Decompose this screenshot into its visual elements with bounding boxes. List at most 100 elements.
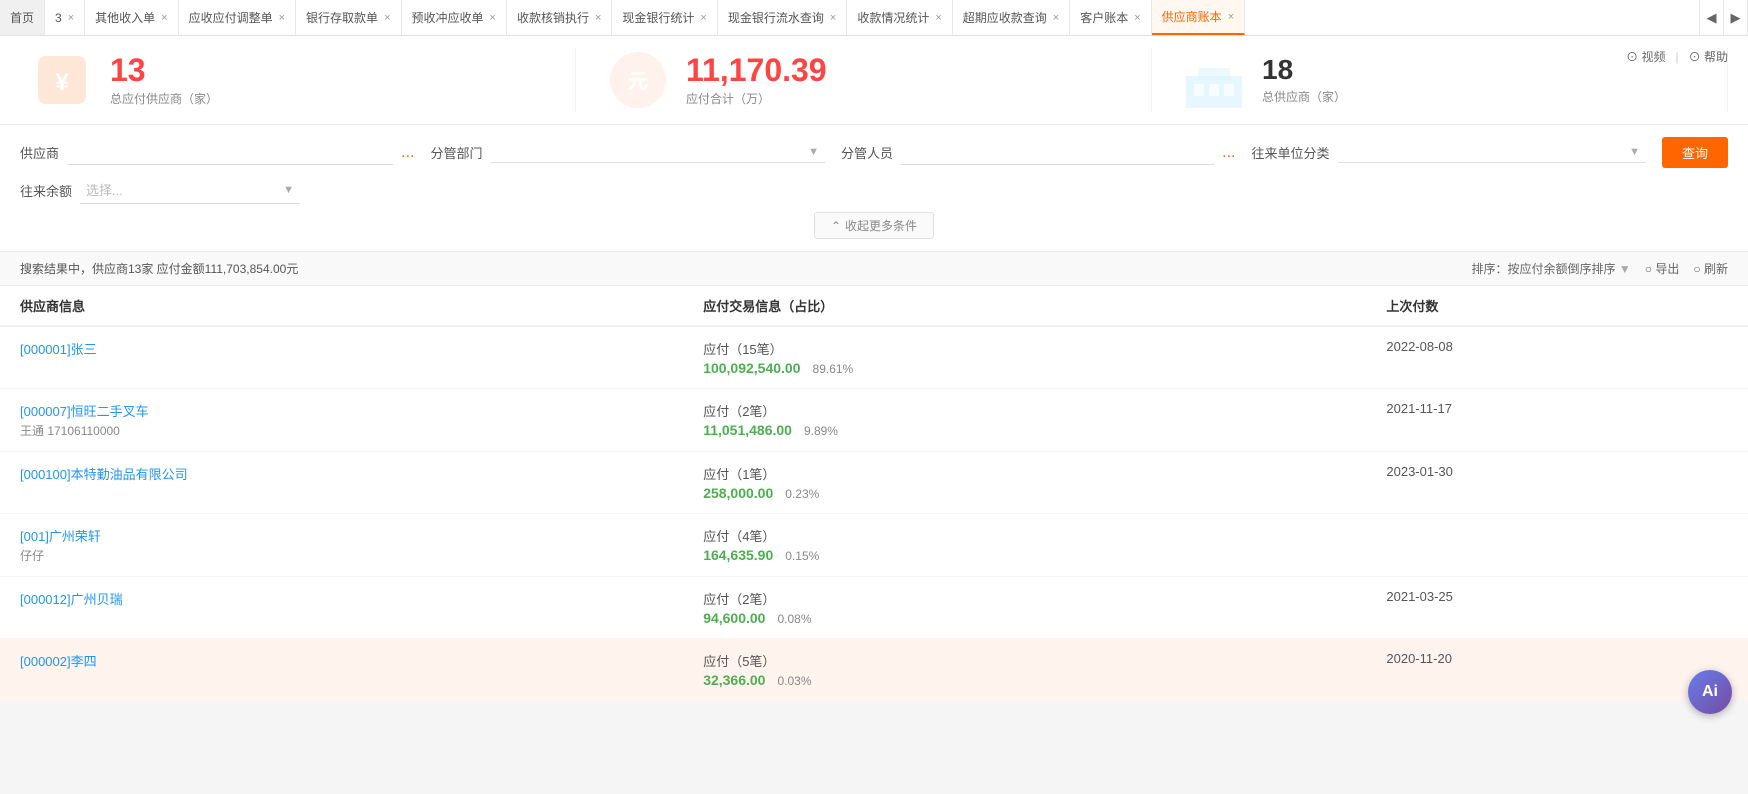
nav-tab-home-label: 首页 <box>10 9 34 26</box>
nav-tab-receipt-label: 收款核销执行 <box>517 9 589 26</box>
table-row: [000007]恒旺二手叉车王通 17106110000应付（2笔）11,051… <box>0 389 1748 452</box>
nav-tab-supplier-ledger-label: 供应商账本 <box>1162 8 1222 25</box>
nav-tab-cash-stats-close[interactable]: × <box>700 12 706 24</box>
nav-tab-adjustment[interactable]: 应收应付调整单 × <box>179 0 296 35</box>
nav-tab-bank-deposit-label: 银行存取款单 <box>306 9 378 26</box>
nav-tab-3-close[interactable]: × <box>68 12 74 24</box>
transaction-pct: 89.61% <box>813 362 854 376</box>
nav-tab-cash-flow[interactable]: 现金银行流水查询 × <box>718 0 847 35</box>
nav-tab-overdue-close[interactable]: × <box>1053 12 1059 24</box>
supplier-info-cell: [000001]张三 <box>20 339 703 358</box>
nav-tab-customer-ledger-label: 客户账本 <box>1080 9 1128 26</box>
nav-tab-cash-stats[interactable]: 现金银行统计 × <box>612 0 717 35</box>
stat-label-payable-suppliers: 总应付供应商（家） <box>110 90 218 107</box>
collapse-label: 收起更多条件 <box>845 217 917 234</box>
nav-tab-cash-flow-close[interactable]: × <box>830 12 836 24</box>
filter-label-category: 往来单位分类 <box>1252 143 1330 162</box>
ai-assistant-button[interactable]: Ai <box>1688 670 1732 714</box>
transaction-info-cell: 应付（1笔）258,000.000.23% <box>703 464 1386 501</box>
filter-item-dept: 分管部门 ▼ <box>431 142 826 163</box>
filter-select-dept[interactable]: ▼ <box>491 142 825 163</box>
stat-label-total-suppliers: 总供应商（家） <box>1262 88 1346 105</box>
result-text: 搜索结果中，供应商13家 应付金额111,703,854.00元 <box>20 260 298 277</box>
stat-number-total-payable: 11,170.39 <box>686 54 827 86</box>
supplier-link[interactable]: [000002]李四 <box>20 654 97 669</box>
transaction-pct: 0.15% <box>785 549 819 563</box>
supplier-info-cell: [000100]本特勤油品有限公司 <box>20 464 703 483</box>
transaction-label: 应付（5笔） <box>703 651 1386 670</box>
table-row: [000002]李四应付（5笔）32,366.000.03%2020-11-20 <box>0 639 1748 701</box>
filter-label-person: 分管人员 <box>841 143 893 162</box>
nav-prev-button[interactable]: ◀ <box>1700 0 1724 36</box>
supplier-link[interactable]: [001]广州荣轩 <box>20 529 101 544</box>
nav-tab-cash-flow-label: 现金银行流水查询 <box>728 9 824 26</box>
stat-info-total-payable: 11,170.39 应付合计（万） <box>686 54 827 107</box>
filter-row-1: 供应商 ... 分管部门 ▼ 分管人员 ... 往来单位分类 ▼ 查询 <box>20 137 1728 168</box>
collapse-button[interactable]: ⌃ 收起更多条件 <box>814 212 934 239</box>
refresh-button[interactable]: ○ 刷新 <box>1693 260 1728 277</box>
transaction-amount: 94,600.00 <box>703 610 765 626</box>
supplier-link[interactable]: [000001]张三 <box>20 342 97 357</box>
supplier-link[interactable]: [000100]本特勤油品有限公司 <box>20 467 188 482</box>
sort-button[interactable]: 排序：按应付余额倒序排序 ▼ <box>1472 260 1631 277</box>
nav-tab-supplier-ledger[interactable]: 供应商账本 × <box>1152 0 1245 35</box>
filter-dots-person[interactable]: ... <box>1222 144 1235 162</box>
transaction-info-cell: 应付（2笔）11,051,486.009.89% <box>703 401 1386 438</box>
nav-tab-prepay[interactable]: 预收冲应收单 × <box>402 0 507 35</box>
nav-tab-overdue[interactable]: 超期应收款查询 × <box>953 0 1070 35</box>
nav-tab-prepay-close[interactable]: × <box>490 12 496 24</box>
table-body: [000001]张三应付（15笔）100,092,540.0089.61%202… <box>0 327 1748 701</box>
nav-tab-adjustment-close[interactable]: × <box>279 12 285 24</box>
last-payment-cell: 2021-03-25 <box>1386 589 1728 604</box>
transaction-info-cell: 应付（15笔）100,092,540.0089.61% <box>703 339 1386 376</box>
transaction-info-cell: 应付（5笔） 32,366.00 0.03% <box>703 651 1386 688</box>
svg-text:元: 元 <box>628 71 648 93</box>
last-payment-cell: 2021-11-17 <box>1386 401 1728 416</box>
supplier-info-cell: [000007]恒旺二手叉车王通 17106110000 <box>20 401 703 439</box>
nav-tab-supplier-ledger-close[interactable]: × <box>1228 11 1234 23</box>
filter-item-balance: 往来余额 选择... ▼ <box>20 176 300 204</box>
transaction-amount: 164,635.90 <box>703 547 773 563</box>
supplier-info-cell: [001]广州荣轩仔仔 <box>20 526 703 564</box>
filter-area: 供应商 ... 分管部门 ▼ 分管人员 ... 往来单位分类 ▼ 查询 <box>0 125 1748 252</box>
video-link[interactable]: ⊙ 视频 <box>1626 48 1665 65</box>
stat-block-total-payable: 元 11,170.39 应付合计（万） <box>576 48 1152 112</box>
filter-select-category[interactable]: ▼ <box>1338 142 1646 163</box>
help-link[interactable]: ⊙ 帮助 <box>1689 48 1728 65</box>
filter-input-supplier[interactable] <box>67 141 393 165</box>
nav-tab-receipt[interactable]: 收款核销执行 × <box>507 0 612 35</box>
supplier-link[interactable]: [000012]广州贝瑞 <box>20 592 123 607</box>
table-area: 供应商信息 应付交易信息（占比） 上次付数 [000001]张三应付（15笔）1… <box>0 286 1748 701</box>
stat-info-total-suppliers: 18 总供应商（家） <box>1262 56 1346 105</box>
transaction-amount: 32,366.00 <box>703 672 765 688</box>
search-button[interactable]: 查询 <box>1662 137 1728 168</box>
nav-tab-customer-ledger-close[interactable]: × <box>1134 12 1140 24</box>
nav-tab-bank-deposit[interactable]: 银行存取款单 × <box>296 0 401 35</box>
nav-tab-other-income[interactable]: 其他收入单 × <box>85 0 178 35</box>
nav-tab-receipt-stats[interactable]: 收款情况统计 × <box>847 0 952 35</box>
filter-item-category: 往来单位分类 ▼ <box>1252 142 1647 163</box>
nav-tab-other-income-label: 其他收入单 <box>95 9 155 26</box>
transaction-amount: 100,092,540.00 <box>703 360 800 376</box>
svg-text:¥: ¥ <box>55 69 69 96</box>
filter-input-person[interactable] <box>901 141 1214 165</box>
nav-next-button[interactable]: ▶ <box>1724 0 1748 36</box>
filter-select-balance[interactable]: 选择... ▼ <box>80 176 300 204</box>
nav-tab-bank-deposit-close[interactable]: × <box>384 12 390 24</box>
nav-tab-3[interactable]: 3 × <box>45 0 85 35</box>
nav-tab-home[interactable]: 首页 <box>0 0 45 35</box>
table-row: [000001]张三应付（15笔）100,092,540.0089.61%202… <box>0 327 1748 389</box>
transaction-pct: 9.89% <box>804 424 838 438</box>
nav-tab-other-income-close[interactable]: × <box>161 12 167 24</box>
nav-tab-receipt-close[interactable]: × <box>595 12 601 24</box>
table-row: [001]广州荣轩仔仔应付（4笔）164,635.900.15% <box>0 514 1748 577</box>
nav-tab-receipt-stats-close[interactable]: × <box>935 12 941 24</box>
filter-dots-supplier[interactable]: ... <box>401 144 414 162</box>
nav-tab-customer-ledger[interactable]: 客户账本 × <box>1070 0 1151 35</box>
supplier-link[interactable]: [000007]恒旺二手叉车 <box>20 404 149 419</box>
transaction-pct: 0.03% <box>777 674 811 688</box>
transaction-info-cell: 应付（2笔）94,600.000.08% <box>703 589 1386 626</box>
table-header: 供应商信息 应付交易信息（占比） 上次付数 <box>0 286 1748 327</box>
export-button[interactable]: ○ 导出 <box>1645 260 1680 277</box>
stat-number-total-suppliers: 18 <box>1262 56 1346 84</box>
